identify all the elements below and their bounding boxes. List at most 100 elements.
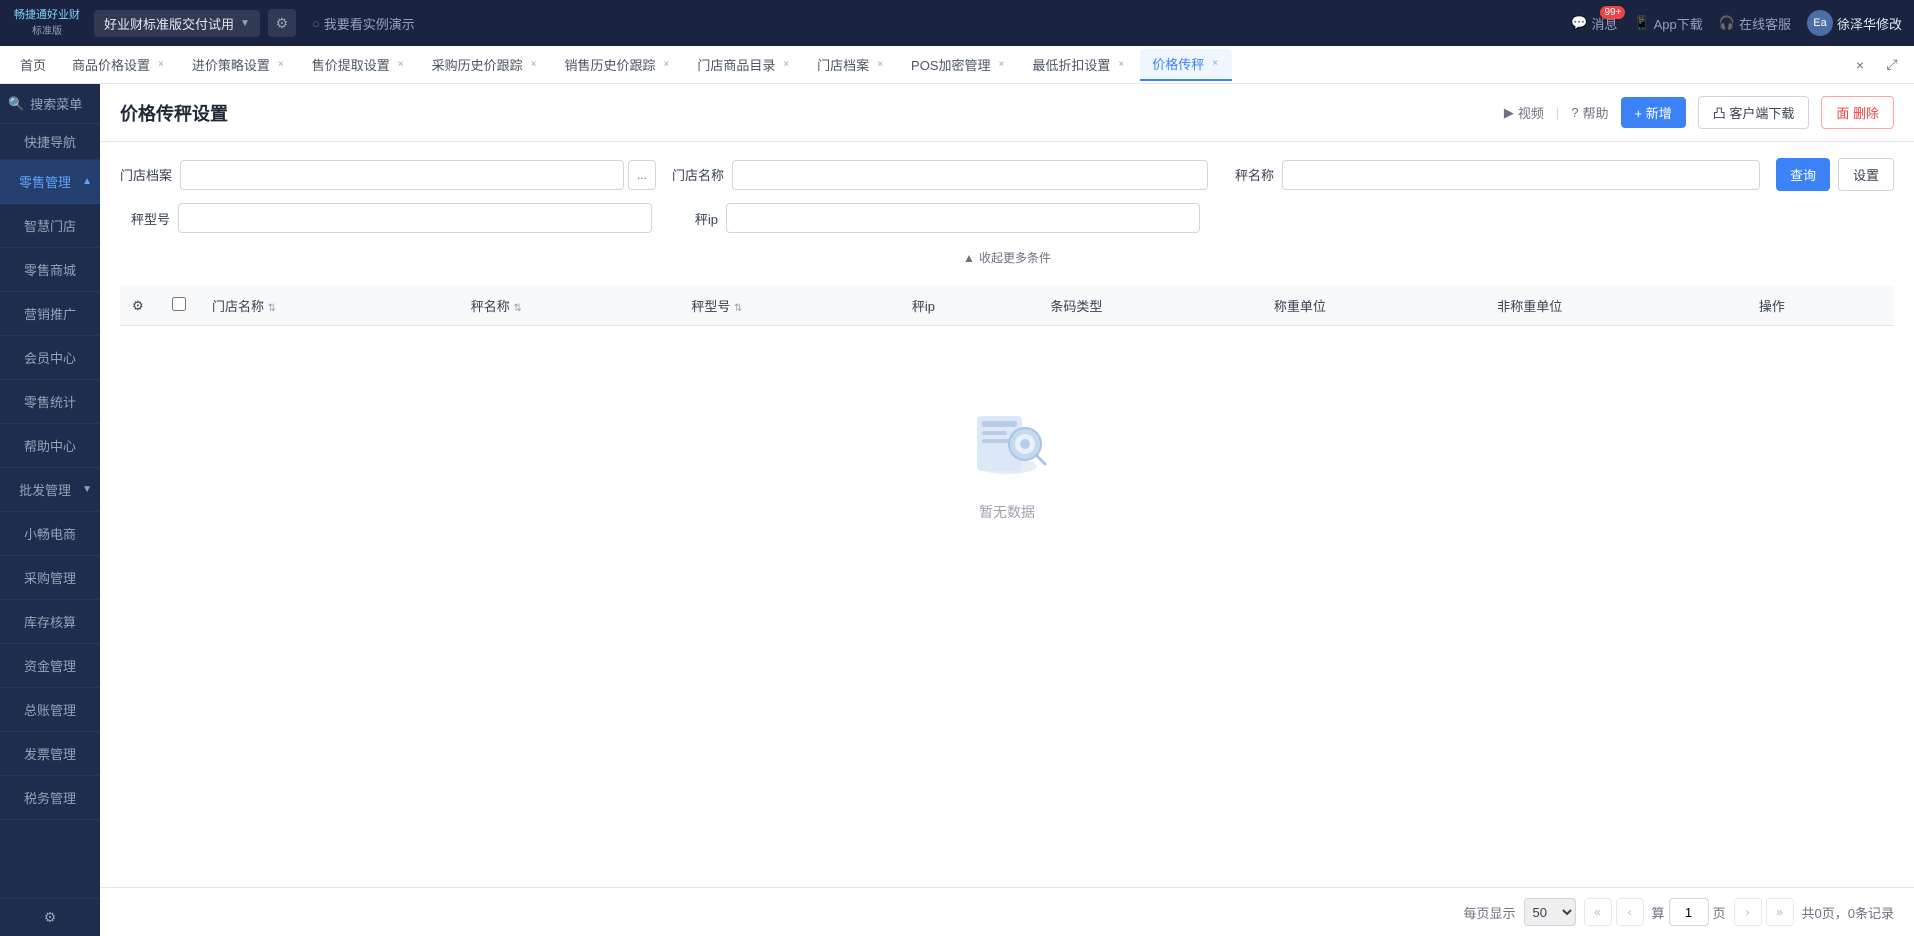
message-icon: 💬 [1571, 15, 1587, 31]
tab-home[interactable]: 首页 [8, 49, 58, 81]
expand-tab-button[interactable]: ⤢ [1878, 51, 1906, 79]
sidebar-item-wholesale[interactable]: 批发管理 ▼ [0, 468, 100, 512]
close-icon[interactable]: × [875, 58, 885, 71]
app-title: 畅捷通好业财 [14, 9, 80, 22]
close-icon[interactable]: × [276, 58, 286, 71]
store-file-input-group: ... [180, 160, 656, 190]
customer-service-button[interactable]: 🎧 在线客服 [1719, 14, 1791, 33]
close-icon[interactable]: × [1116, 58, 1126, 71]
sidebar-quick-nav[interactable]: 快捷导航 [0, 124, 100, 160]
scale-ip-label: 秤ip [668, 209, 718, 228]
monitor-icon: ○ [312, 16, 320, 31]
user-menu[interactable]: Ea 徐泽华修改 [1807, 10, 1902, 36]
tab-price-transfer[interactable]: 价格传秤 × [1140, 49, 1232, 81]
tab-bar: 首页 商品价格设置 × 进价策略设置 × 售价提取设置 × 采购历史价跟踪 × … [0, 46, 1914, 84]
form-row-2: 秤型号 秤ip [120, 203, 1894, 233]
demo-button[interactable]: ○ 我要看实例演示 [312, 14, 415, 33]
search-button[interactable]: 查询 [1776, 158, 1830, 191]
download-button[interactable]: 凸 客户端下载 [1698, 96, 1810, 129]
sidebar-settings-button[interactable]: ⚙ [0, 898, 100, 936]
first-page-button[interactable]: « [1584, 898, 1612, 926]
close-icon[interactable]: × [529, 58, 539, 71]
sidebar-item-smart-store[interactable]: 智慧门店 [0, 204, 100, 248]
help-link[interactable]: ? 帮助 [1571, 103, 1608, 122]
tab-purchase-history[interactable]: 采购历史价跟踪 × [420, 49, 551, 81]
sidebar-item-finance[interactable]: 资金管理 [0, 644, 100, 688]
sidebar-item-ecommerce[interactable]: 小畅电商 [0, 512, 100, 556]
close-icon[interactable]: × [661, 58, 671, 71]
close-icon[interactable]: × [156, 58, 166, 71]
sidebar-quick-nav-label: 快捷导航 [24, 132, 76, 151]
sidebar-item-purchase[interactable]: 采购管理 [0, 556, 100, 600]
th-settings[interactable]: ⚙ [120, 286, 160, 326]
message-button[interactable]: 💬 消息 99+ [1571, 14, 1617, 33]
video-label: 视频 [1518, 103, 1544, 122]
tab-sales-history[interactable]: 销售历史价跟踪 × [552, 49, 683, 81]
app-download-button[interactable]: 📱 App下载 [1633, 14, 1702, 33]
scale-model-group: 秤型号 [120, 203, 652, 233]
page-nav-right: › » [1734, 898, 1794, 926]
prev-page-button[interactable]: ‹ [1616, 898, 1644, 926]
page-size-select[interactable]: 10 20 50 100 [1524, 898, 1576, 926]
version-selector[interactable]: 好业财标准版交付试用 ▼ [94, 10, 260, 37]
tab-price-setting[interactable]: 商品价格设置 × [60, 49, 178, 81]
sidebar-item-retail[interactable]: 零售管理 ▲ [0, 160, 100, 204]
pagination: 每页显示 10 20 50 100 « ‹ 算 页 [100, 887, 1914, 936]
sidebar-item-marketing[interactable]: 营销推广 [0, 292, 100, 336]
sidebar-item-ledger[interactable]: 总账管理 [0, 688, 100, 732]
sidebar-item-retail-stats[interactable]: 零售统计 [0, 380, 100, 424]
sidebar-item-retail-mall[interactable]: 零售商城 [0, 248, 100, 292]
chevron-up-icon: ▲ [82, 176, 92, 187]
collapse-label: 收起更多条件 [979, 249, 1051, 266]
store-name-input[interactable] [732, 160, 1208, 190]
sidebar-item-member[interactable]: 会员中心 [0, 336, 100, 380]
store-file-input[interactable] [180, 160, 624, 190]
collapse-button[interactable]: ▲ 收起更多条件 [951, 245, 1063, 270]
store-file-ellipsis-button[interactable]: ... [628, 160, 656, 190]
tab-pos-management[interactable]: POS加密管理 × [899, 49, 1018, 81]
sidebar-item-label: 会员中心 [8, 348, 92, 367]
close-icon[interactable]: × [396, 58, 406, 71]
settings-form-button[interactable]: 设置 [1838, 158, 1894, 191]
add-button[interactable]: + 新增 [1621, 97, 1686, 128]
tab-store-catalog[interactable]: 门店商品目录 × [685, 49, 803, 81]
tab-min-discount[interactable]: 最低折扣设置 × [1020, 49, 1138, 81]
app-download-label: App下载 [1654, 14, 1703, 33]
video-link[interactable]: ▶ 视频 [1504, 103, 1544, 122]
tab-selling-price[interactable]: 售价提取设置 × [300, 49, 418, 81]
tab-store-file[interactable]: 门店档案 × [805, 49, 897, 81]
scale-model-input[interactable] [178, 203, 652, 233]
sidebar-item-label: 智慧门店 [8, 216, 92, 235]
close-icon[interactable]: × [997, 58, 1007, 71]
delete-button[interactable]: 面 删除 [1821, 96, 1894, 129]
th-check[interactable] [160, 286, 200, 326]
scale-name-input[interactable] [1282, 160, 1760, 190]
tab-actions: × ⤢ [1846, 51, 1906, 79]
data-table: ⚙ 门店名称 ⇅ 秤名称 ⇅ [120, 286, 1894, 326]
page-size-label: 每页显示 [1463, 903, 1515, 922]
close-icon[interactable]: × [1210, 57, 1220, 70]
version-settings-button[interactable]: ⚙ [268, 9, 296, 37]
sidebar-item-tax[interactable]: 税务管理 [0, 776, 100, 820]
sidebar-item-invoice[interactable]: 发票管理 [0, 732, 100, 776]
last-page-button[interactable]: » [1766, 898, 1794, 926]
page-info: 算 页 [1652, 898, 1726, 926]
headset-icon: 🎧 [1719, 15, 1735, 31]
sidebar-item-help[interactable]: 帮助中心 [0, 424, 100, 468]
scale-ip-input[interactable] [726, 203, 1200, 233]
page-number-input[interactable] [1669, 898, 1709, 926]
page-total: 共0页，0条记录 [1802, 903, 1894, 922]
user-name: 徐泽华修改 [1837, 14, 1902, 33]
close-icon[interactable]: × [781, 58, 791, 71]
gear-icon: ⚙ [44, 909, 57, 926]
sidebar-item-label: 采购管理 [8, 568, 92, 587]
sidebar-item-inventory[interactable]: 库存核算 [0, 600, 100, 644]
tab-purchase-strategy[interactable]: 进价策略设置 × [180, 49, 298, 81]
select-all-checkbox[interactable] [172, 297, 186, 311]
sort-icon: ⇅ [268, 303, 276, 314]
close-tab-button[interactable]: × [1846, 51, 1874, 79]
next-page-button[interactable]: › [1734, 898, 1762, 926]
app-subtitle: 标准版 [32, 22, 62, 37]
tab-selling-price-label: 售价提取设置 [312, 55, 390, 74]
sidebar-search[interactable]: 🔍 搜索菜单 [0, 84, 100, 124]
